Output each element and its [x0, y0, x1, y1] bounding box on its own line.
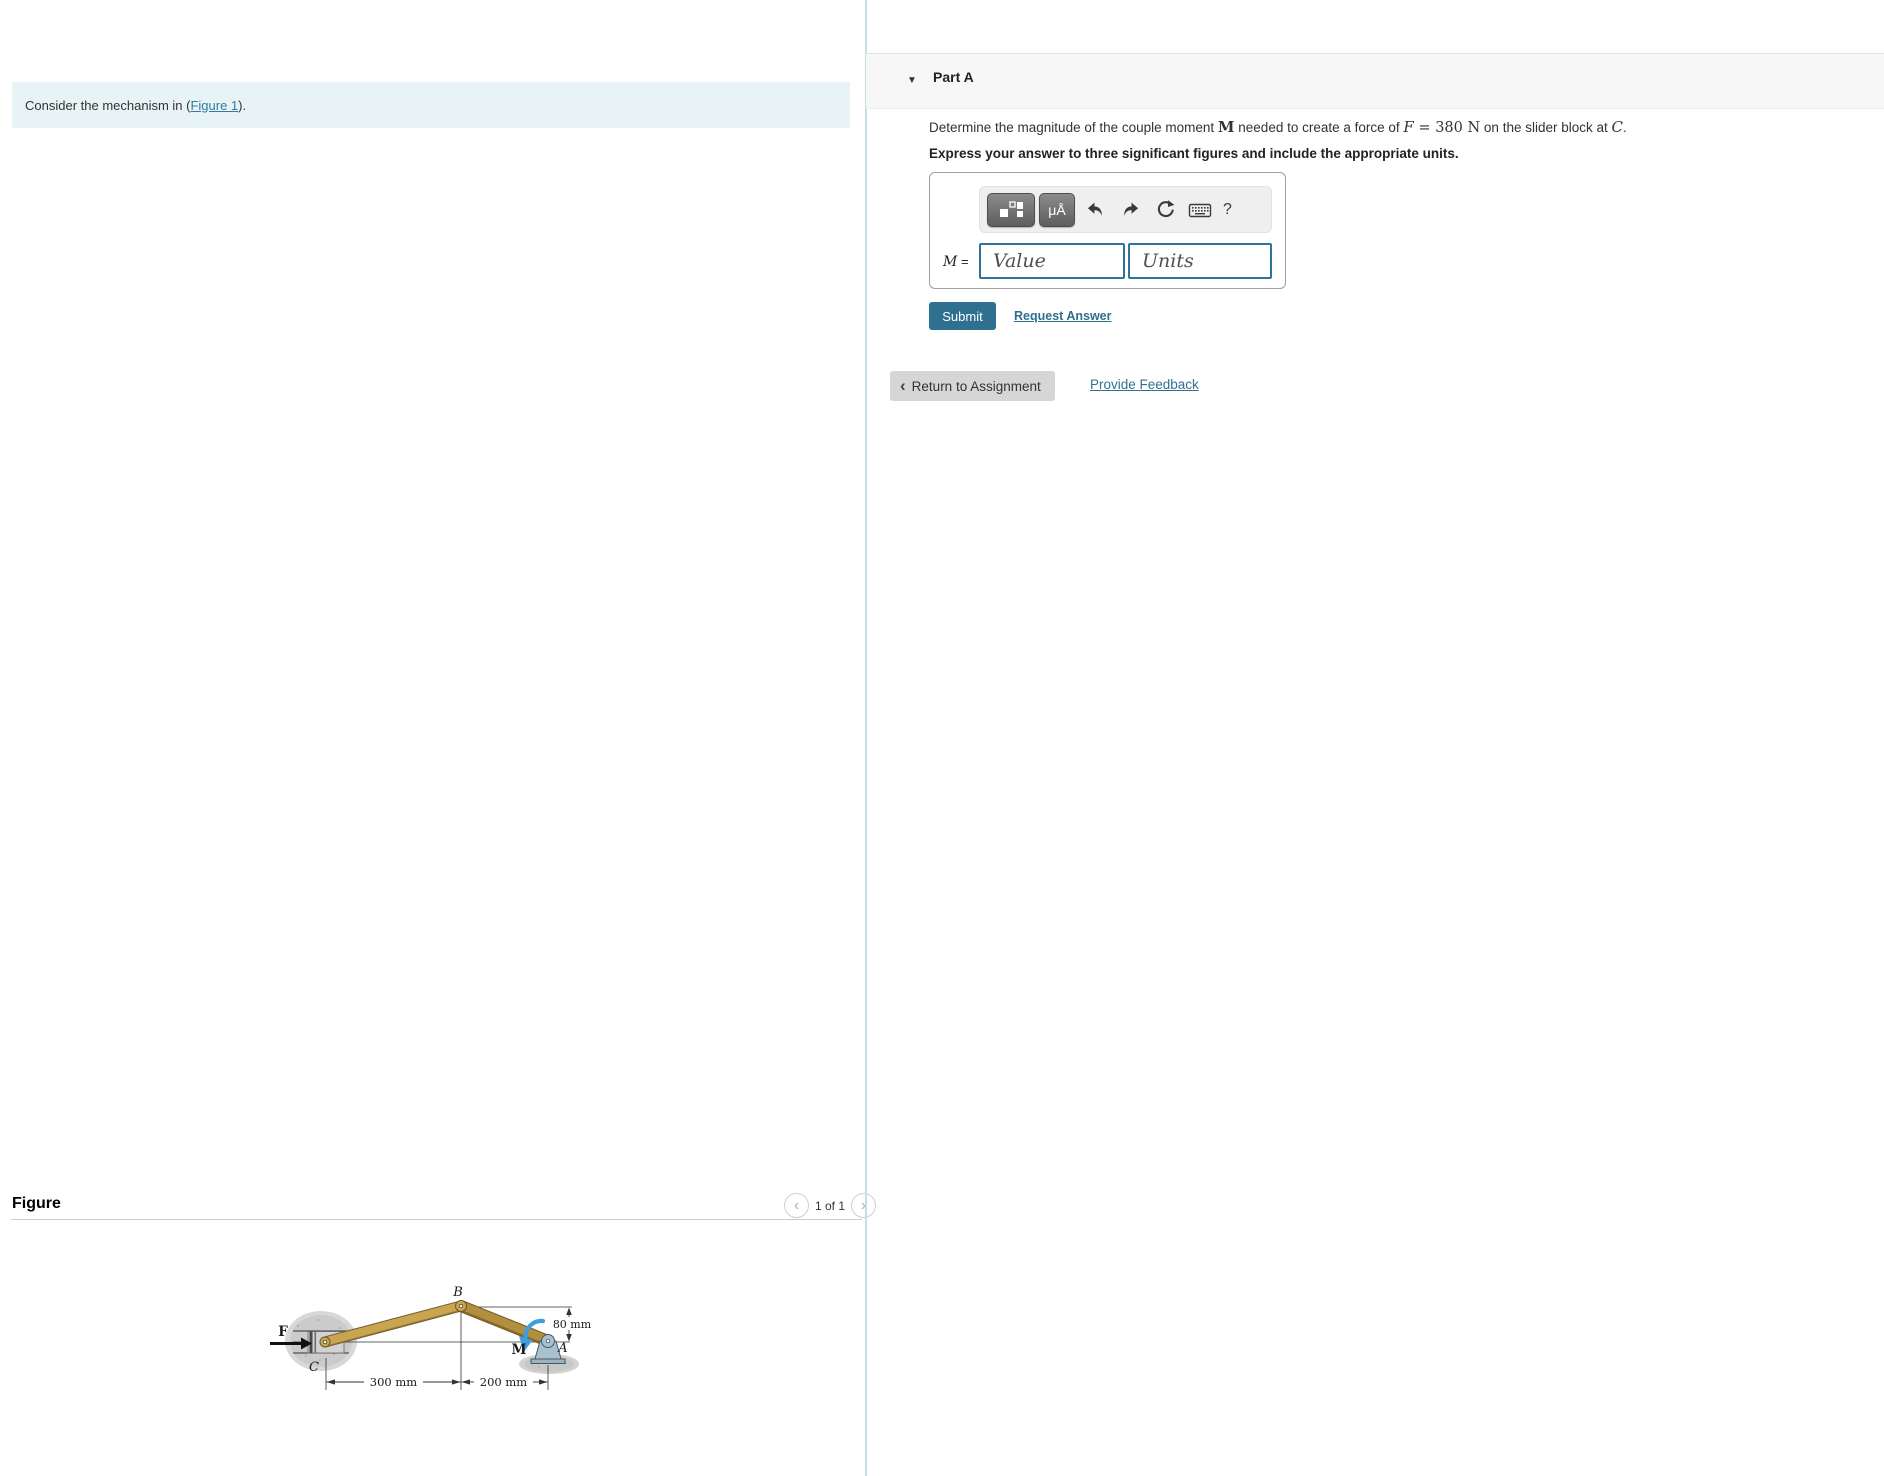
math-template-button[interactable] — [987, 192, 1035, 227]
undo-button[interactable] — [1080, 199, 1110, 221]
request-answer-link[interactable]: Request Answer — [1014, 309, 1111, 323]
panel-divider — [865, 0, 867, 1476]
return-label: Return to Assignment — [911, 378, 1041, 394]
figure-divider — [11, 1219, 862, 1220]
math-newton: N — [1467, 120, 1481, 136]
figure-1-link[interactable]: Figure 1 — [190, 98, 238, 113]
units-icon: μÅ — [1048, 201, 1066, 218]
math-point-c: C — [1611, 118, 1623, 136]
equation-toolbar: μÅ ? — [979, 186, 1272, 233]
undo-icon — [1087, 202, 1102, 217]
value-input[interactable] — [979, 243, 1125, 279]
question-part: Determine the magnitude of the couple mo… — [929, 120, 1218, 135]
template-icon — [1000, 200, 1023, 217]
chevron-left-icon: ‹ — [793, 1196, 800, 1214]
label-f: F — [278, 1324, 288, 1340]
math-m-label: M — [943, 254, 958, 270]
help-button[interactable]: ? — [1223, 201, 1232, 219]
figure-heading: Figure — [12, 1195, 61, 1212]
problem-statement-text: Consider the mechanism in ( — [25, 97, 191, 113]
label-c: C — [309, 1360, 319, 1375]
units-input[interactable] — [1128, 243, 1272, 279]
dim-300mm-label: 300 mm — [370, 1375, 418, 1389]
label-b: B — [452, 1285, 463, 1300]
question-text: Determine the magnitude of the couple mo… — [929, 118, 1849, 136]
reset-icon — [1157, 200, 1174, 218]
figure-prev-button[interactable]: ‹ — [784, 1193, 809, 1218]
part-a-title: Part A — [933, 69, 974, 85]
redo-icon — [1123, 202, 1138, 217]
equals-sign: = — [960, 254, 969, 269]
answer-instruction: Express your answer to three significant… — [929, 146, 1459, 161]
problem-statement: Consider the mechanism in (Figure 1). — [12, 82, 850, 128]
page: Consider the mechanism in (Figure 1). Fi… — [0, 0, 1884, 1476]
provide-feedback-link[interactable]: Provide Feedback — [1090, 377, 1199, 392]
figure-page-indicator: 1 of 1 — [815, 1198, 846, 1213]
label-a: A — [557, 1341, 567, 1356]
redo-button[interactable] — [1115, 199, 1145, 221]
label-m: M — [512, 1342, 527, 1358]
chevron-left-icon: ‹ — [900, 375, 906, 395]
answer-variable-label: M = — [943, 254, 969, 270]
figure-next-button[interactable]: › — [851, 1193, 877, 1218]
math-equals-value: = 380 — [1413, 120, 1468, 136]
problem-statement-suffix: ). — [238, 97, 247, 113]
dim-200mm-label: 200 mm — [480, 1375, 528, 1389]
question-part: needed to create a force of — [1234, 120, 1404, 135]
question-part: . — [1622, 120, 1627, 135]
figure-pager: ‹ 1 of 1 › — [784, 1193, 877, 1218]
question-part: on the slider block at — [1480, 120, 1612, 135]
return-to-assignment-button[interactable]: ‹ Return to Assignment — [890, 371, 1055, 401]
pin-b — [455, 1300, 467, 1312]
answer-module: μÅ ? M = Value Units — [929, 172, 1286, 289]
collapse-caret-icon[interactable]: ▼ — [907, 75, 917, 86]
submit-button[interactable]: Submit — [929, 302, 996, 330]
units-button[interactable]: μÅ — [1039, 192, 1075, 227]
reset-button[interactable] — [1150, 199, 1180, 221]
part-a-header[interactable]: ▼ Part A — [866, 53, 1884, 109]
math-force-f: F — [1403, 118, 1414, 136]
dim-80mm-label: 80 mm — [553, 1318, 592, 1331]
keyboard-icon — [1188, 203, 1212, 217]
keyboard-button[interactable] — [1185, 199, 1215, 221]
mechanism-diagram: F 80 mm 300 mm 200 mm B C A M — [270, 1285, 592, 1390]
math-moment-m: M — [1217, 118, 1235, 136]
pin-c — [319, 1336, 331, 1348]
